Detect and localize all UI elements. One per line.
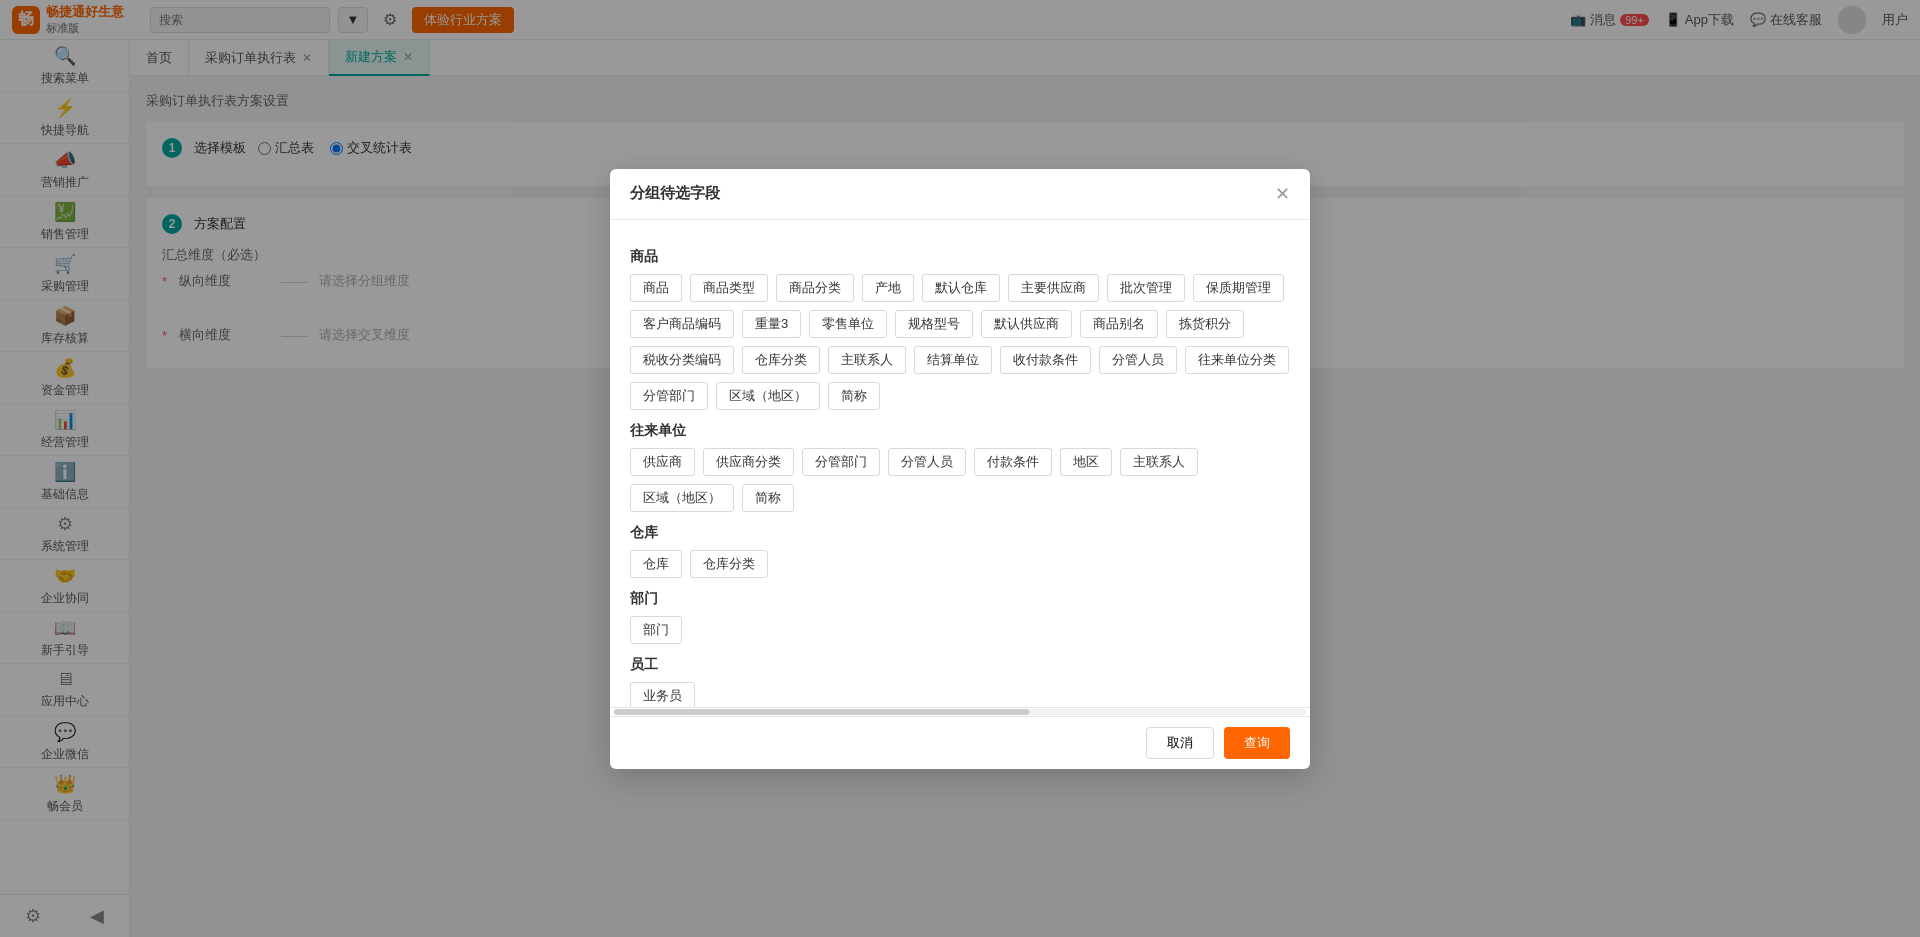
cancel-button[interactable]: 取消 [1146,727,1214,759]
field-grid-counterpart: 供应商 供应商分类 分管部门 分管人员 付款条件 地区 主联系人 区域（地区） … [630,448,1290,512]
field-goods-category[interactable]: 商品分类 [776,274,854,302]
modal-footer: 取消 查询 [610,716,1310,769]
field-region[interactable]: 区域（地区） [716,382,820,410]
field-batch-mgmt[interactable]: 批次管理 [1107,274,1185,302]
modal-body: 商品 商品 商品类型 商品分类 产地 默认仓库 主要供应商 批次管理 保质期管理… [610,220,1310,708]
field-supervisor[interactable]: 分管人员 [1099,346,1177,374]
field-short-name-sup[interactable]: 简称 [742,484,794,512]
field-goods-type[interactable]: 商品类型 [690,274,768,302]
field-payment-cond[interactable]: 付款条件 [974,448,1052,476]
field-main-supplier[interactable]: 主要供应商 [1008,274,1099,302]
field-dept-sup[interactable]: 分管部门 [802,448,880,476]
field-default-warehouse[interactable]: 默认仓库 [922,274,1000,302]
section-title-staff: 员工 [630,656,1290,674]
modal-title: 分组待选字段 [630,184,720,203]
modal-close-button[interactable]: ✕ [1275,183,1290,205]
field-goods[interactable]: 商品 [630,274,682,302]
field-dept[interactable]: 部门 [630,616,682,644]
field-pick-points[interactable]: 拣货积分 [1166,310,1244,338]
field-supplier[interactable]: 供应商 [630,448,695,476]
horizontal-scrollbar[interactable] [610,707,1310,715]
field-area[interactable]: 地区 [1060,448,1112,476]
field-payment-terms[interactable]: 收付款条件 [1000,346,1091,374]
field-supervisor-sup[interactable]: 分管人员 [888,448,966,476]
field-supplier-category[interactable]: 供应商分类 [703,448,794,476]
section-title-goods: 商品 [630,248,1290,266]
field-goods-alias[interactable]: 商品别名 [1080,310,1158,338]
field-settlement-unit[interactable]: 结算单位 [914,346,992,374]
field-tax-code[interactable]: 税收分类编码 [630,346,734,374]
field-grid-dept: 部门 [630,616,1290,644]
field-warehouse[interactable]: 仓库 [630,550,682,578]
field-main-contact[interactable]: 主联系人 [828,346,906,374]
field-region-sup[interactable]: 区域（地区） [630,484,734,512]
scrollbar-track [614,709,1306,715]
field-expiry-mgmt[interactable]: 保质期管理 [1193,274,1284,302]
field-main-contact-sup[interactable]: 主联系人 [1120,448,1198,476]
field-customer-code[interactable]: 客户商品编码 [630,310,734,338]
field-dept-mgmt[interactable]: 分管部门 [630,382,708,410]
field-weight[interactable]: 重量3 [742,310,801,338]
field-counterpart-category[interactable]: 往来单位分类 [1185,346,1289,374]
field-salesperson[interactable]: 业务员 [630,682,695,708]
field-origin[interactable]: 产地 [862,274,914,302]
field-grid-warehouse: 仓库 仓库分类 [630,550,1290,578]
field-grid-staff: 业务员 [630,682,1290,708]
section-title-warehouse: 仓库 [630,524,1290,542]
modal-header: 分组待选字段 ✕ [610,169,1310,220]
field-spec-model[interactable]: 规格型号 [895,310,973,338]
field-short-name[interactable]: 简称 [828,382,880,410]
field-default-supplier[interactable]: 默认供应商 [981,310,1072,338]
scrollbar-thumb [614,709,1029,715]
field-grid-goods: 商品 商品类型 商品分类 产地 默认仓库 主要供应商 批次管理 保质期管理 客户… [630,274,1290,410]
field-warehouse-category[interactable]: 仓库分类 [742,346,820,374]
confirm-button[interactable]: 查询 [1224,727,1290,759]
modal-overlay: 分组待选字段 ✕ 商品 商品 商品类型 商品分类 产地 默认仓库 主要供应商 批… [0,0,1920,937]
section-title-dept: 部门 [630,590,1290,608]
modal: 分组待选字段 ✕ 商品 商品 商品类型 商品分类 产地 默认仓库 主要供应商 批… [610,169,1310,769]
field-warehouse-cat[interactable]: 仓库分类 [690,550,768,578]
field-retail-unit[interactable]: 零售单位 [809,310,887,338]
section-title-counterpart: 往来单位 [630,422,1290,440]
